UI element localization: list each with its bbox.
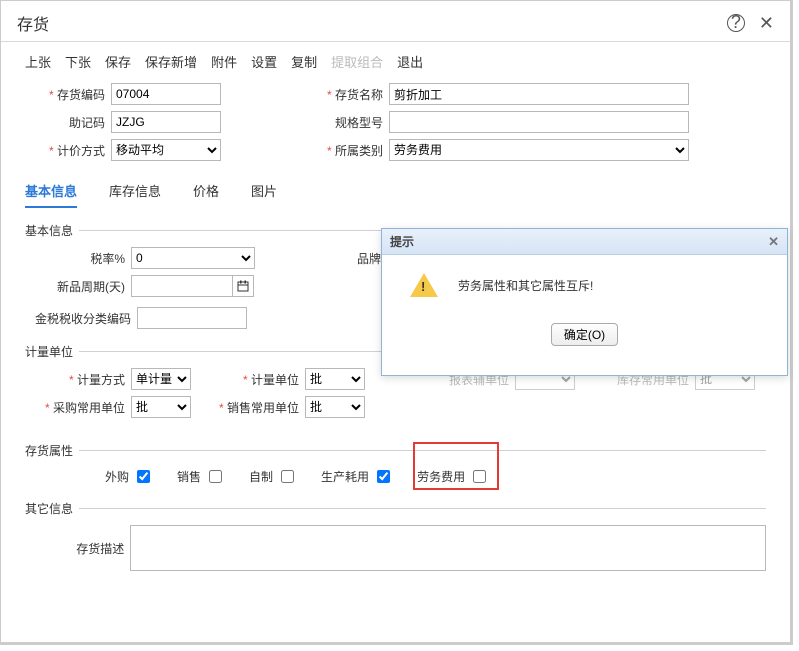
- attr-sell[interactable]: 销售: [177, 467, 225, 486]
- category-label: 所属类别: [303, 142, 389, 159]
- attr-self[interactable]: 自制: [249, 467, 297, 486]
- help-icon[interactable]: ?: [727, 14, 745, 32]
- sales-unit-select[interactable]: 批: [305, 396, 365, 418]
- unit-label: 计量单位: [215, 371, 305, 388]
- alert-ok-button[interactable]: 确定(O): [551, 323, 618, 346]
- unit-mode-select[interactable]: 单计量: [131, 368, 191, 390]
- newcycle-input[interactable]: [131, 275, 233, 297]
- toolbar-exit[interactable]: 退出: [397, 52, 423, 71]
- pricing-select[interactable]: 移动平均: [111, 139, 221, 161]
- tax-label: 税率%: [25, 250, 131, 267]
- section-attr: 存货属性: [25, 442, 766, 459]
- spec-input[interactable]: [389, 111, 689, 133]
- toolbar: 上张 下张 保存 保存新增 附件 设置 复制 提取组合 退出: [1, 42, 790, 79]
- pricing-label: 计价方式: [25, 142, 111, 159]
- titlebar: 存货 ? ✕: [1, 1, 790, 42]
- toolbar-extract: 提取组合: [331, 52, 383, 71]
- category-select[interactable]: 劳务费用: [389, 139, 689, 161]
- toolbar-save[interactable]: 保存: [105, 52, 131, 71]
- code-input[interactable]: [111, 83, 221, 105]
- window-title: 存货: [17, 11, 49, 35]
- close-icon[interactable]: ✕: [759, 13, 774, 34]
- mnemonic-label: 助记码: [25, 114, 111, 131]
- name-label: 存货名称: [303, 86, 389, 103]
- alert-message: 劳务属性和其它属性互斥!: [458, 277, 593, 294]
- toolbar-prev[interactable]: 上张: [25, 52, 51, 71]
- tab-stock[interactable]: 库存信息: [109, 181, 161, 208]
- alert-close-icon[interactable]: ✕: [768, 234, 779, 250]
- alert-dialog: 提示 ✕ 劳务属性和其它属性互斥! 确定(O): [381, 228, 788, 376]
- tab-image[interactable]: 图片: [251, 181, 277, 208]
- tax-select[interactable]: 0: [131, 247, 255, 269]
- toolbar-copy[interactable]: 复制: [291, 52, 317, 71]
- section-other: 其它信息: [25, 500, 766, 517]
- toolbar-attach[interactable]: 附件: [211, 52, 237, 71]
- code-label: 存货编码: [25, 86, 111, 103]
- toolbar-next[interactable]: 下张: [65, 52, 91, 71]
- gtax-label: 金税税收分类编码: [25, 310, 137, 327]
- desc-label: 存货描述: [25, 540, 130, 557]
- unit-select[interactable]: 批: [305, 368, 365, 390]
- purchase-unit-select[interactable]: 批: [131, 396, 191, 418]
- toolbar-settings[interactable]: 设置: [251, 52, 277, 71]
- tab-basic[interactable]: 基本信息: [25, 181, 77, 208]
- mnemonic-input[interactable]: [111, 111, 221, 133]
- unit-mode-label: 计量方式: [25, 371, 131, 388]
- toolbar-save-new[interactable]: 保存新增: [145, 52, 197, 71]
- attr-buy[interactable]: 外购: [105, 467, 153, 486]
- warning-icon: [410, 273, 438, 297]
- attr-consume[interactable]: 生产耗用: [321, 467, 393, 486]
- desc-textarea[interactable]: [130, 525, 766, 571]
- attr-labor[interactable]: 劳务费用: [417, 467, 489, 486]
- tab-price[interactable]: 价格: [193, 181, 219, 208]
- purchase-unit-label: 采购常用单位: [25, 399, 131, 416]
- tab-bar: 基本信息 库存信息 价格 图片: [25, 167, 766, 208]
- newcycle-label: 新品周期(天): [25, 278, 131, 295]
- calendar-icon[interactable]: [232, 275, 254, 297]
- spec-label: 规格型号: [303, 114, 389, 131]
- sales-unit-label: 销售常用单位: [215, 399, 305, 416]
- gtax-input[interactable]: [137, 307, 247, 329]
- alert-title: 提示: [390, 233, 414, 250]
- name-input[interactable]: [389, 83, 689, 105]
